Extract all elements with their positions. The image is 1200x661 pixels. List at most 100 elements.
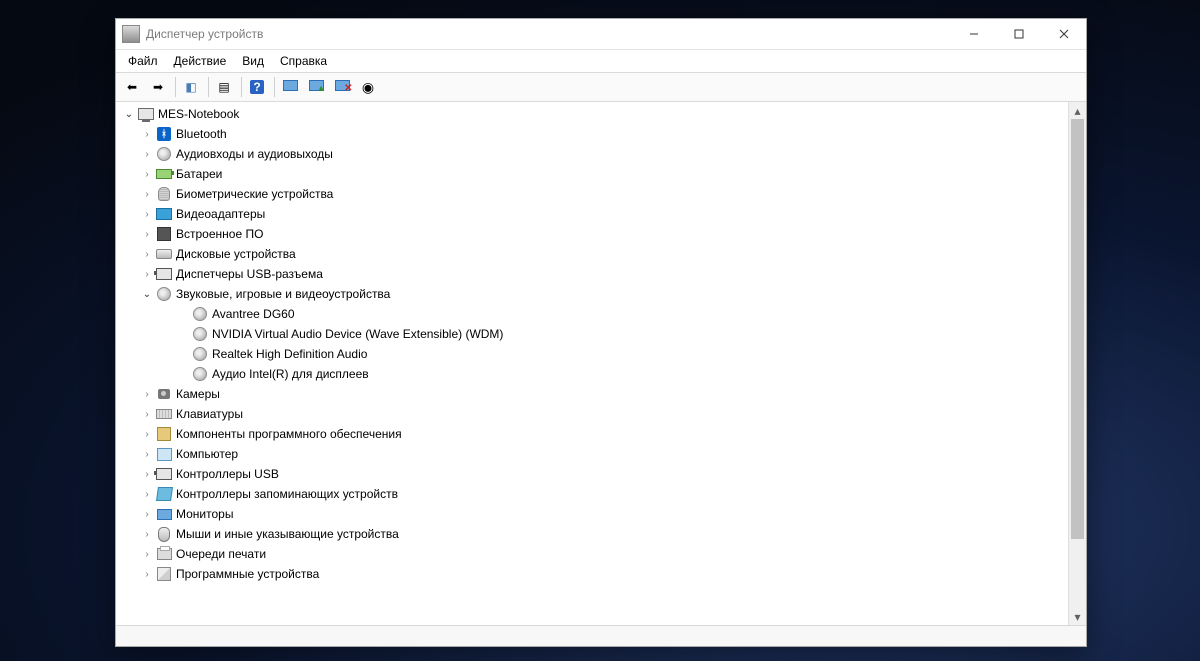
close-button[interactable] <box>1041 19 1086 49</box>
tree-expander[interactable]: ⌄ <box>140 287 154 301</box>
menu-file[interactable]: Файл <box>120 52 166 70</box>
toolbar-update-driver-button[interactable]: ▲ <box>304 75 328 99</box>
tree-expander[interactable]: › <box>140 207 154 221</box>
tree-node-cat-8[interactable]: ⌄Звуковые, игровые и видеоустройства <box>122 284 1068 304</box>
chevron-down-icon: ▾ <box>1074 610 1080 624</box>
menu-view[interactable]: Вид <box>234 52 272 70</box>
vertical-scrollbar[interactable]: ▴ ▾ <box>1068 102 1086 625</box>
tree-expander[interactable]: › <box>140 547 154 561</box>
chevron-right-icon: › <box>145 529 148 540</box>
tree-node-cat-8-child-3[interactable]: Аудио Intel(R) для дисплеев <box>122 364 1068 384</box>
storage-icon <box>156 486 172 502</box>
scroll-up-button[interactable]: ▴ <box>1069 102 1086 119</box>
tree-node-label: Камеры <box>176 387 220 401</box>
tree-node-cat-18[interactable]: ›Программные устройства <box>122 564 1068 584</box>
tree-node-cat-13[interactable]: ›Контроллеры USB <box>122 464 1068 484</box>
tree-node-cat-2[interactable]: › Батареи <box>122 164 1068 184</box>
tree-node-label: Очереди печати <box>176 547 266 561</box>
tree-node-cat-17[interactable]: › Очереди печати <box>122 544 1068 564</box>
tree-node-cat-11[interactable]: ›Компоненты программного обеспечения <box>122 424 1068 444</box>
tree-expander[interactable]: › <box>140 447 154 461</box>
tree-node-cat-7[interactable]: ›Диспетчеры USB-разъема <box>122 264 1068 284</box>
titlebar[interactable]: Диспетчер устройств <box>116 19 1086 50</box>
toolbar-separator <box>274 77 275 97</box>
tree-node-cat-8-child-0[interactable]: Avantree DG60 <box>122 304 1068 324</box>
toolbar-disable-button[interactable]: ◉ <box>356 75 380 99</box>
tree-expander[interactable]: › <box>140 507 154 521</box>
printer-icon <box>156 546 172 562</box>
tree-node-cat-8-child-1[interactable]: NVIDIA Virtual Audio Device (Wave Extens… <box>122 324 1068 344</box>
tree-node-cat-8-child-2[interactable]: Realtek High Definition Audio <box>122 344 1068 364</box>
tree-expander[interactable]: › <box>140 247 154 261</box>
tree-node-cat-16[interactable]: ›Мыши и иные указывающие устройства <box>122 524 1068 544</box>
toolbar: ⬅ ➡ ◧ ▤ ? ▲ ✕ ◉ <box>116 73 1086 102</box>
tree-expander[interactable]: › <box>140 387 154 401</box>
tree-node-cat-0[interactable]: ›ᚼBluetooth <box>122 124 1068 144</box>
tree-node-cat-10[interactable]: › Клавиатуры <box>122 404 1068 424</box>
tree-node-cat-9[interactable]: › Камеры <box>122 384 1068 404</box>
tree-node-cat-4[interactable]: ›Видеоадаптеры <box>122 204 1068 224</box>
toolbar-help-button[interactable]: ? <box>245 75 269 99</box>
tree-node-label: Avantree DG60 <box>212 307 295 321</box>
toolbar-separator <box>208 77 209 97</box>
speaker-icon <box>192 346 208 362</box>
tree-expander[interactable]: › <box>140 467 154 481</box>
content-area: ⌄MES-Notebook›ᚼBluetooth›Аудиовходы и ау… <box>116 102 1086 625</box>
tree-expander[interactable]: › <box>140 487 154 501</box>
swbox-icon <box>156 426 172 442</box>
tree-expander[interactable]: ⌄ <box>122 107 136 121</box>
tree-node-label: Батареи <box>176 167 222 181</box>
tree-node-cat-15[interactable]: ›Мониторы <box>122 504 1068 524</box>
chevron-right-icon: › <box>145 429 148 440</box>
scroll-down-button[interactable]: ▾ <box>1069 608 1086 625</box>
tree-expander[interactable]: › <box>140 527 154 541</box>
chevron-right-icon: › <box>145 189 148 200</box>
menu-help[interactable]: Справка <box>272 52 335 70</box>
forward-arrow-icon: ➡ <box>153 81 163 93</box>
tree-node-cat-12[interactable]: ›Компьютер <box>122 444 1068 464</box>
tree-node-cat-3[interactable]: ›Биометрические устройства <box>122 184 1068 204</box>
chevron-right-icon: › <box>145 209 148 220</box>
pc-icon <box>156 446 172 462</box>
chevron-down-icon: ⌄ <box>143 289 151 300</box>
toolbar-back-button[interactable]: ⬅ <box>120 75 144 99</box>
tree-node-root[interactable]: ⌄MES-Notebook <box>122 104 1068 124</box>
scroll-thumb[interactable] <box>1071 119 1084 539</box>
tree-node-label: Аудио Intel(R) для дисплеев <box>212 367 369 381</box>
tree-node-label: Клавиатуры <box>176 407 243 421</box>
tree-pane-icon: ◧ <box>185 81 196 93</box>
tree-expander[interactable]: › <box>140 147 154 161</box>
toolbar-scan-hardware-button[interactable] <box>278 75 302 99</box>
speaker-icon <box>192 306 208 322</box>
toolbar-properties-button[interactable]: ▤ <box>212 75 236 99</box>
tree-expander[interactable]: › <box>140 267 154 281</box>
toolbar-show-hide-tree-button[interactable]: ◧ <box>179 75 203 99</box>
minimize-button[interactable] <box>951 19 996 49</box>
menu-action[interactable]: Действие <box>166 52 235 70</box>
tree-expander[interactable]: › <box>140 227 154 241</box>
tree-expander[interactable]: › <box>140 567 154 581</box>
tree-node-cat-1[interactable]: ›Аудиовходы и аудиовыходы <box>122 144 1068 164</box>
maximize-button[interactable] <box>996 19 1041 49</box>
chevron-right-icon: › <box>145 129 148 140</box>
tree-expander[interactable]: › <box>140 187 154 201</box>
swdev-icon <box>156 566 172 582</box>
computer-icon <box>138 106 154 122</box>
tree-expander[interactable]: › <box>140 127 154 141</box>
tree-node-cat-5[interactable]: ›Встроенное ПО <box>122 224 1068 244</box>
help-icon: ? <box>250 80 264 94</box>
tree-expander[interactable]: › <box>140 407 154 421</box>
tree-no-expander <box>176 327 190 341</box>
toolbar-forward-button[interactable]: ➡ <box>146 75 170 99</box>
tree-expander[interactable]: › <box>140 167 154 181</box>
chevron-right-icon: › <box>145 149 148 160</box>
tree-expander[interactable]: › <box>140 427 154 441</box>
chevron-right-icon: › <box>145 409 148 420</box>
toolbar-separator <box>175 77 176 97</box>
device-tree[interactable]: ⌄MES-Notebook›ᚼBluetooth›Аудиовходы и ау… <box>116 102 1068 625</box>
tree-node-cat-14[interactable]: ›Контроллеры запоминающих устройств <box>122 484 1068 504</box>
tree-node-cat-6[interactable]: ›Дисковые устройства <box>122 244 1068 264</box>
chevron-right-icon: › <box>145 469 148 480</box>
toolbar-uninstall-button[interactable]: ✕ <box>330 75 354 99</box>
chevron-right-icon: › <box>145 569 148 580</box>
